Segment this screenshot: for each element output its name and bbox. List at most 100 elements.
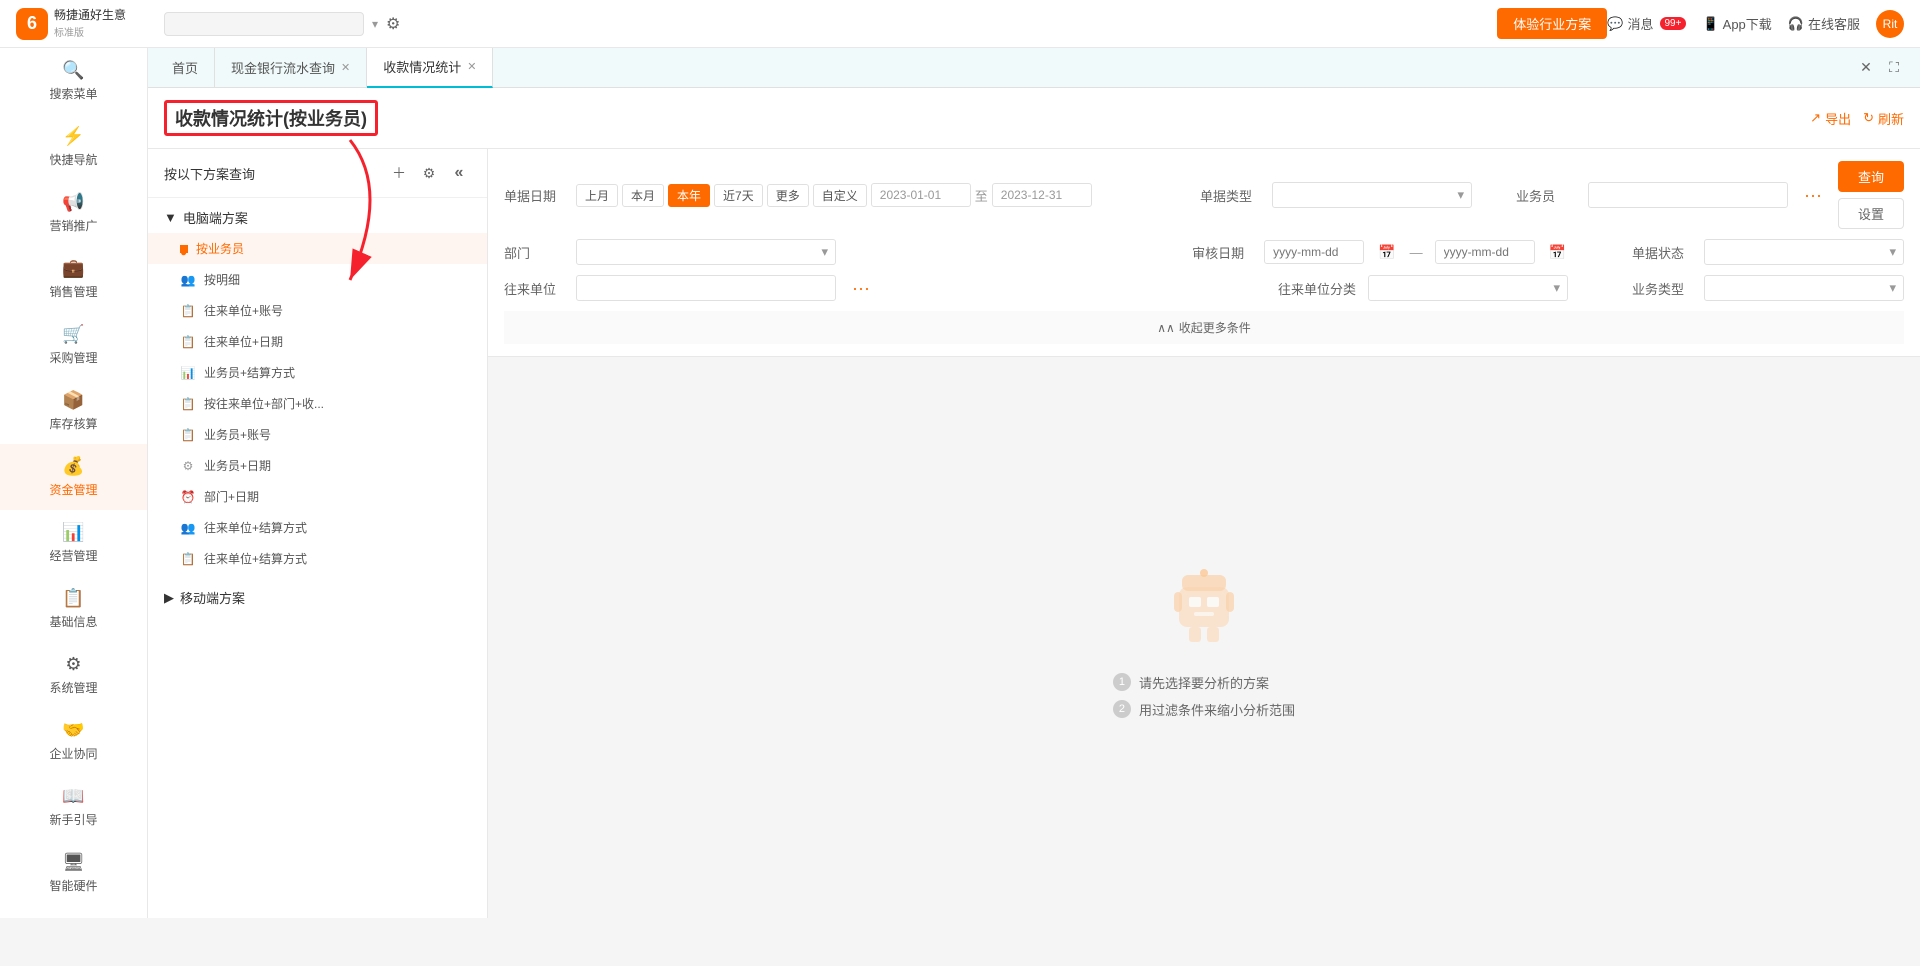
settings-button[interactable]: 设置 [1838,198,1904,229]
sidebar-item-quicknav[interactable]: ⚡ 快捷导航 [0,114,147,180]
voucher-type-select[interactable] [1272,182,1472,208]
scheme-item-salesman-payment[interactable]: 📊 业务员+结算方式 [148,357,487,388]
tab-bank-flow[interactable]: 现金银行流水查询 ✕ [215,48,367,88]
scheme-item-partner-payment2[interactable]: 📋 往来单位+结算方式 [148,543,487,574]
date-from-input[interactable] [871,183,971,207]
marketing-icon: 📢 [62,192,84,213]
sidebar-label-hardware: 智能硬件 [49,877,97,894]
refresh-button[interactable]: ↻ 刷新 [1863,109,1904,128]
sidebar-item-collab[interactable]: 🤝 企业协同 [0,708,147,774]
app-download-area[interactable]: 📱 App下载 [1702,14,1771,33]
page-actions: ↗ 导出 ↻ 刷新 [1810,109,1904,128]
dept-select[interactable] [576,239,836,265]
sidebar-label-marketing: 营销推广 [49,217,97,234]
partner-dept-icon: 📋 [180,396,196,412]
tab-collection-stats-label: 收款情况统计 [383,57,461,76]
sidebar-item-sales[interactable]: 💼 销售管理 [0,246,147,312]
scheme-item-partner-account[interactable]: 📋 往来单位+账号 [148,295,487,326]
sidebar-item-guide[interactable]: 📖 新手引导 [0,774,147,840]
scheme-label-partner-account: 往来单位+账号 [204,302,283,319]
app-icon: 📱 [1702,16,1718,32]
salesman-input[interactable] [1588,182,1788,208]
counterpart-label: 往来单位 [504,279,564,298]
panel-add-btn[interactable]: ＋ [387,161,411,185]
mobile-scheme-group-header[interactable]: ▶ 移动端方案 [148,582,487,613]
scheme-item-dept-date[interactable]: ⏰ 部门+日期 [148,481,487,512]
tab-bar: 首页 现金银行流水查询 ✕ 收款情况统计 ✕ ✕ ⛶ [148,48,1920,88]
scheme-label-salesman: 按业务员 [196,240,244,257]
voucher-status-select[interactable] [1704,239,1904,265]
scheme-item-salesman[interactable]: ● 按业务员 [148,233,487,264]
date-btn-custom[interactable]: 自定义 [813,184,867,207]
scheme-label-partner-payment2: 往来单位+结算方式 [204,550,307,567]
scheme-item-detail[interactable]: 👥 按明细 [148,264,487,295]
sidebar-item-search[interactable]: 🔍 搜索菜单 [0,48,147,114]
tab-bank-flow-close[interactable]: ✕ [341,61,350,74]
form-row-1: 单据日期 上月 本月 本年 近7天 更多 自定义 至 [504,161,1904,229]
online-service-area[interactable]: 🎧 在线客服 [1788,14,1860,33]
sidebar-item-basic[interactable]: 📋 基础信息 [0,576,147,642]
sidebar-item-purchase[interactable]: 🛒 采购管理 [0,312,147,378]
tab-home[interactable]: 首页 [156,48,215,88]
trial-button[interactable]: 体验行业方案 [1497,8,1607,39]
counterpart-input[interactable] [576,275,836,301]
sidebar-item-system[interactable]: ⚙ 系统管理 [0,642,147,708]
empty-step-1-label: 请先选择要分析的方案 [1139,673,1269,692]
date-btn-last-month[interactable]: 上月 [576,184,618,207]
date-btn-this-year[interactable]: 本年 [668,184,710,207]
page-title: 收款情况统计(按业务员) [164,100,378,136]
pc-scheme-group-header[interactable]: ▼ 电脑端方案 [148,202,487,233]
sidebar: 🔍 搜索菜单 ⚡ 快捷导航 📢 营销推广 💼 销售管理 🛒 采购管理 📦 库存核… [0,48,148,918]
counterpart-more-btn[interactable]: ··· [848,278,874,299]
partner-account-icon: 📋 [180,303,196,319]
date-btn-more[interactable]: 更多 [767,184,809,207]
mobile-group-label: 移动端方案 [180,588,245,607]
tab-collection-stats-close[interactable]: ✕ [467,60,476,73]
tab-collection-stats[interactable]: 收款情况统计 ✕ [367,48,493,88]
refresh-icon: ↻ [1863,110,1874,126]
scheme-label-partner-date: 往来单位+日期 [204,333,283,350]
main-layout: 🔍 搜索菜单 ⚡ 快捷导航 📢 营销推广 💼 销售管理 🛒 采购管理 📦 库存核… [0,48,1920,918]
calendar-icon-1[interactable]: 📅 [1376,244,1397,261]
settings-icon[interactable]: ⚙ [386,14,400,34]
scheme-item-partner-date[interactable]: 📋 往来单位+日期 [148,326,487,357]
sidebar-item-operation[interactable]: 📊 经营管理 [0,510,147,576]
sidebar-item-inventory[interactable]: 📦 库存核算 [0,378,147,444]
notification-icon: 💬 [1607,16,1623,32]
notification-area[interactable]: 💬 消息 99+ [1607,14,1686,33]
detail-icon: 👥 [180,272,196,288]
date-btn-this-month[interactable]: 本月 [622,184,664,207]
dropdown-arrow[interactable]: ▾ [372,17,378,31]
scheme-item-salesman-date[interactable]: ⚙ 业务员+日期 [148,450,487,481]
form-row-2: 部门 审核日期 📅 — 📅 单据状态 [504,239,1904,265]
business-type-select[interactable] [1704,275,1904,301]
date-to-input[interactable] [992,183,1092,207]
query-button[interactable]: 查询 [1838,161,1904,192]
export-button[interactable]: ↗ 导出 [1810,109,1851,128]
date-btn-last-7days[interactable]: 近7天 [714,184,763,207]
calendar-icon-2[interactable]: 📅 [1547,244,1568,261]
form-row-3: 往来单位 ··· 往来单位分类 业务类型 [504,275,1904,301]
header-search-input[interactable] [164,12,364,36]
salesman-more-btn[interactable]: ··· [1800,185,1826,206]
user-avatar[interactable]: Rit [1876,10,1904,38]
scheme-item-salesman-account[interactable]: 📋 业务员+账号 [148,419,487,450]
sidebar-item-marketing[interactable]: 📢 营销推广 [0,180,147,246]
audit-date-to-input[interactable] [1435,240,1535,264]
collapse-row[interactable]: ∧∧ 收起更多条件 [504,311,1904,344]
window-close-btn[interactable]: ✕ [1856,58,1876,78]
window-maximize-btn[interactable]: ⛶ [1884,58,1904,78]
audit-date-from-input[interactable] [1264,240,1364,264]
scheme-item-partner-dept[interactable]: 📋 按往来单位+部门+收... [148,388,487,419]
panel-gear-btn[interactable]: ⚙ [417,161,441,185]
scheme-label-partner-dept: 按往来单位+部门+收... [204,395,324,412]
sidebar-item-wechat[interactable]: 💬 企业微信 [0,906,147,918]
panel-collapse-btn[interactable]: « [447,161,471,185]
sidebar-item-finance[interactable]: 💰 资金管理 [0,444,147,510]
salesman-account-icon: 📋 [180,427,196,443]
sidebar-item-hardware[interactable]: 🖥 智能硬件 [0,840,147,906]
counterpart-category-select[interactable] [1368,275,1568,301]
scheme-item-partner-payment1[interactable]: 👥 往来单位+结算方式 [148,512,487,543]
sidebar-label-sales: 销售管理 [49,283,97,300]
logo-area: 6 畅捷通好生意 标准版 [16,8,164,40]
